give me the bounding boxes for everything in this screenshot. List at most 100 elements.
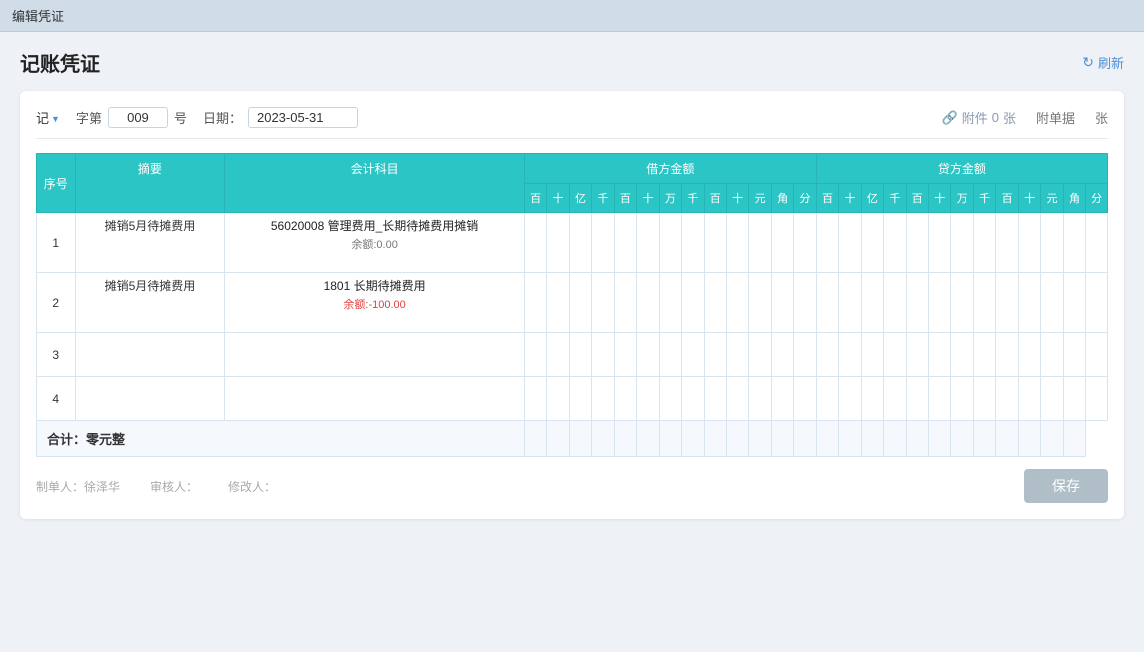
debit-col-1[interactable] xyxy=(547,273,569,333)
debit-col-1[interactable] xyxy=(547,377,569,421)
credit-col-4[interactable] xyxy=(906,377,928,421)
credit-col-0[interactable] xyxy=(816,213,838,273)
debit-col-12[interactable] xyxy=(794,333,816,377)
date-input[interactable] xyxy=(248,107,358,128)
credit-col-3[interactable] xyxy=(884,377,906,421)
credit-col-12[interactable] xyxy=(1086,213,1108,273)
debit-col-10[interactable] xyxy=(749,213,771,273)
row-subject[interactable]: 56020008 管理费用_长期待摊费用摊销余额:0.00 xyxy=(225,213,525,273)
credit-col-1[interactable] xyxy=(839,333,861,377)
debit-col-7[interactable] xyxy=(682,273,704,333)
debit-col-10[interactable] xyxy=(749,273,771,333)
debit-col-4[interactable] xyxy=(614,377,636,421)
debit-col-0[interactable] xyxy=(524,213,546,273)
debit-col-5[interactable] xyxy=(637,333,659,377)
debit-col-11[interactable] xyxy=(771,377,793,421)
voucher-type-dropdown[interactable]: 记 xyxy=(36,108,60,127)
debit-col-6[interactable] xyxy=(659,273,681,333)
debit-col-7[interactable] xyxy=(682,213,704,273)
credit-col-10[interactable] xyxy=(1041,273,1063,333)
debit-col-2[interactable] xyxy=(569,377,591,421)
debit-col-2[interactable] xyxy=(569,213,591,273)
debit-col-6[interactable] xyxy=(659,377,681,421)
debit-col-12[interactable] xyxy=(794,273,816,333)
credit-col-7[interactable] xyxy=(973,377,995,421)
credit-col-11[interactable] xyxy=(1063,273,1085,333)
credit-col-10[interactable] xyxy=(1041,333,1063,377)
debit-col-0[interactable] xyxy=(524,377,546,421)
credit-col-10[interactable] xyxy=(1041,213,1063,273)
credit-col-7[interactable] xyxy=(973,213,995,273)
debit-col-9[interactable] xyxy=(726,377,748,421)
credit-col-2[interactable] xyxy=(861,213,883,273)
debit-col-4[interactable] xyxy=(614,333,636,377)
debit-col-6[interactable] xyxy=(659,213,681,273)
credit-col-3[interactable] xyxy=(884,333,906,377)
credit-col-6[interactable] xyxy=(951,377,973,421)
credit-col-0[interactable] xyxy=(816,273,838,333)
row-summary[interactable] xyxy=(75,377,225,421)
debit-col-11[interactable] xyxy=(771,333,793,377)
debit-col-12[interactable] xyxy=(794,377,816,421)
credit-col-8[interactable] xyxy=(996,333,1018,377)
credit-col-8[interactable] xyxy=(996,213,1018,273)
debit-col-1[interactable] xyxy=(547,333,569,377)
debit-col-4[interactable] xyxy=(614,273,636,333)
credit-col-11[interactable] xyxy=(1063,377,1085,421)
zi-no-input[interactable] xyxy=(108,107,168,128)
debit-col-3[interactable] xyxy=(592,377,614,421)
credit-col-5[interactable] xyxy=(929,377,951,421)
debit-col-6[interactable] xyxy=(659,333,681,377)
credit-col-8[interactable] xyxy=(996,377,1018,421)
debit-col-3[interactable] xyxy=(592,213,614,273)
refresh-button[interactable]: ↻ 刷新 xyxy=(1082,53,1124,72)
credit-col-11[interactable] xyxy=(1063,333,1085,377)
credit-col-12[interactable] xyxy=(1086,377,1108,421)
debit-col-9[interactable] xyxy=(726,273,748,333)
row-subject[interactable] xyxy=(225,377,525,421)
debit-col-2[interactable] xyxy=(569,273,591,333)
debit-col-3[interactable] xyxy=(592,273,614,333)
credit-col-3[interactable] xyxy=(884,213,906,273)
credit-col-9[interactable] xyxy=(1018,377,1040,421)
debit-col-1[interactable] xyxy=(547,213,569,273)
credit-col-5[interactable] xyxy=(929,273,951,333)
debit-col-5[interactable] xyxy=(637,377,659,421)
credit-col-6[interactable] xyxy=(951,213,973,273)
debit-col-0[interactable] xyxy=(524,273,546,333)
credit-col-1[interactable] xyxy=(839,273,861,333)
credit-col-11[interactable] xyxy=(1063,213,1085,273)
debit-col-10[interactable] xyxy=(749,377,771,421)
credit-col-6[interactable] xyxy=(951,273,973,333)
debit-col-8[interactable] xyxy=(704,273,726,333)
credit-col-9[interactable] xyxy=(1018,213,1040,273)
credit-col-0[interactable] xyxy=(816,333,838,377)
credit-col-12[interactable] xyxy=(1086,273,1108,333)
debit-col-3[interactable] xyxy=(592,333,614,377)
credit-col-9[interactable] xyxy=(1018,333,1040,377)
row-summary[interactable] xyxy=(75,333,225,377)
credit-col-7[interactable] xyxy=(973,333,995,377)
credit-col-4[interactable] xyxy=(906,273,928,333)
debit-col-12[interactable] xyxy=(794,213,816,273)
credit-col-2[interactable] xyxy=(861,273,883,333)
debit-col-0[interactable] xyxy=(524,333,546,377)
credit-col-1[interactable] xyxy=(839,377,861,421)
debit-col-8[interactable] xyxy=(704,213,726,273)
debit-col-7[interactable] xyxy=(682,377,704,421)
credit-col-0[interactable] xyxy=(816,377,838,421)
debit-col-11[interactable] xyxy=(771,213,793,273)
credit-col-3[interactable] xyxy=(884,273,906,333)
debit-col-9[interactable] xyxy=(726,213,748,273)
debit-col-5[interactable] xyxy=(637,273,659,333)
debit-col-4[interactable] xyxy=(614,213,636,273)
row-summary[interactable]: 摊销5月待摊费用 xyxy=(75,213,225,273)
credit-col-4[interactable] xyxy=(906,213,928,273)
attach-link[interactable]: 🔗 附件 0 张 xyxy=(942,108,1016,127)
debit-col-8[interactable] xyxy=(704,377,726,421)
debit-col-7[interactable] xyxy=(682,333,704,377)
credit-col-5[interactable] xyxy=(929,333,951,377)
debit-col-10[interactable] xyxy=(749,333,771,377)
credit-col-4[interactable] xyxy=(906,333,928,377)
credit-col-5[interactable] xyxy=(929,213,951,273)
